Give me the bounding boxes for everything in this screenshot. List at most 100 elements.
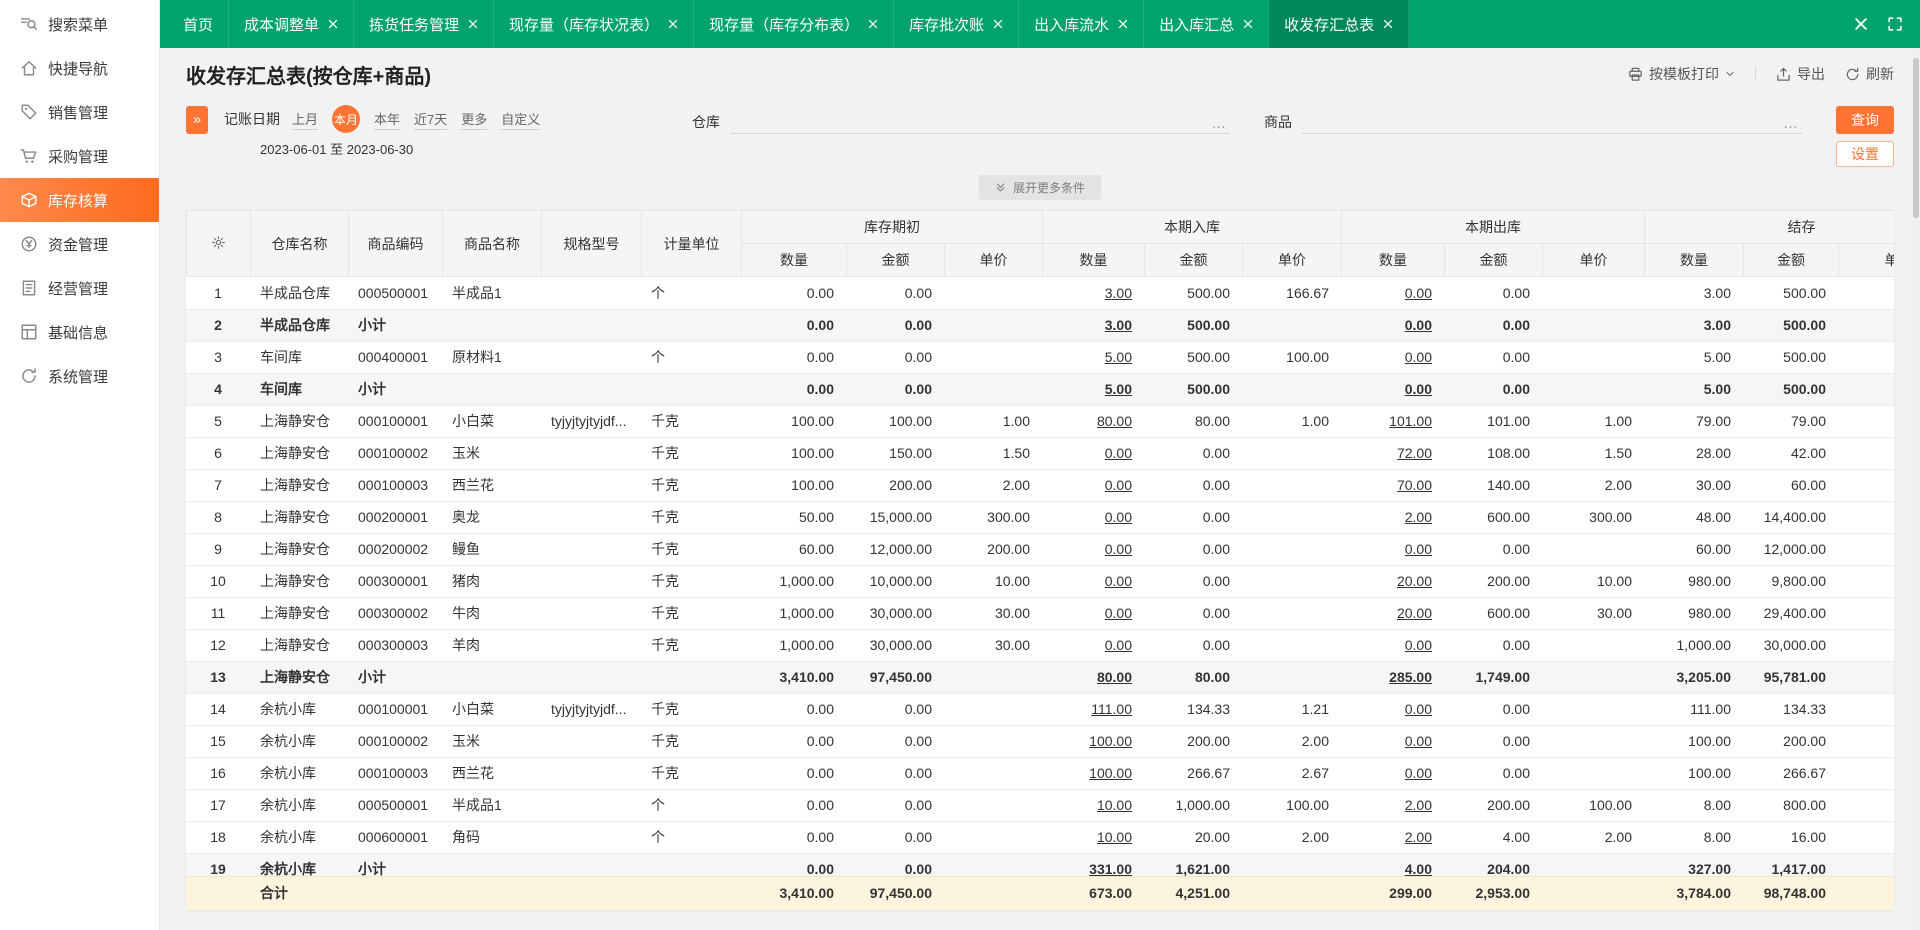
row-number: 8 — [186, 501, 250, 534]
date-range-last-7-days[interactable]: 近7天 — [414, 109, 448, 130]
qty-drilldown-link[interactable]: 0.00 — [1405, 637, 1432, 653]
qty-drilldown-link[interactable]: 0.00 — [1105, 573, 1132, 589]
qty-drilldown-link[interactable]: 0.00 — [1105, 477, 1132, 493]
qty-drilldown-link[interactable]: 0.00 — [1405, 349, 1432, 365]
sidebar-item-base-info[interactable]: 基础信息 — [0, 310, 159, 354]
value-cell — [1242, 629, 1341, 662]
qty-drilldown-link[interactable]: 3.00 — [1105, 285, 1132, 301]
qty-drilldown-link[interactable]: 2.00 — [1405, 509, 1432, 525]
tab-cost-adjust[interactable]: 成本调整单 — [229, 0, 355, 48]
close-tab-icon[interactable] — [868, 19, 878, 29]
fullscreen-icon[interactable] — [1888, 17, 1902, 31]
sidebar-item-sales[interactable]: 销售管理 — [0, 90, 159, 134]
value-cell: 285.00 — [1341, 661, 1444, 694]
close-tab-icon[interactable] — [668, 19, 678, 29]
qty-drilldown-link[interactable]: 0.00 — [1405, 733, 1432, 749]
qty-drilldown-link[interactable]: 0.00 — [1105, 445, 1132, 461]
qty-drilldown-link[interactable]: 10.00 — [1097, 797, 1132, 813]
qty-drilldown-link[interactable]: 2.00 — [1405, 829, 1432, 845]
value-cell: 327.00 — [1644, 853, 1743, 876]
sidebar-item-inventory[interactable]: 库存核算 — [0, 178, 159, 222]
qty-drilldown-link[interactable]: 0.00 — [1405, 317, 1432, 333]
qty-drilldown-link[interactable]: 80.00 — [1097, 669, 1132, 685]
tab-home[interactable]: 首页 — [168, 0, 230, 48]
query-button[interactable]: 查询 — [1836, 106, 1894, 134]
date-range-this-month[interactable]: 本月 — [332, 105, 361, 133]
value-cell: 8.00 — [1644, 789, 1743, 822]
qty-drilldown-link[interactable]: 20.00 — [1397, 605, 1432, 621]
qty-drilldown-link[interactable]: 80.00 — [1097, 413, 1132, 429]
tab-receipt-issue-balance[interactable]: 收发存汇总表 — [1269, 0, 1410, 48]
qty-drilldown-link[interactable]: 331.00 — [1089, 861, 1132, 876]
value-cell: 300.00 — [1542, 501, 1644, 534]
tab-inout-flow[interactable]: 出入库流水 — [1019, 0, 1145, 48]
qty-drilldown-link[interactable]: 0.00 — [1105, 605, 1132, 621]
value-cell: 1.50 — [1542, 437, 1644, 470]
sidebar-item-quick-nav[interactable]: 快捷导航 — [0, 46, 159, 90]
date-range-this-year[interactable]: 本年 — [374, 109, 401, 130]
date-range-more[interactable]: 更多 — [461, 109, 488, 130]
product-name-cell: 半成品1 — [442, 277, 541, 310]
settings-button[interactable]: 设置 — [1836, 141, 1894, 167]
refresh-button[interactable]: 刷新 — [1845, 64, 1894, 84]
qty-drilldown-link[interactable]: 100.00 — [1089, 765, 1132, 781]
warehouse-cell: 车间库 — [250, 373, 348, 406]
print-label: 按模板打印 — [1649, 66, 1719, 82]
qty-drilldown-link[interactable]: 101.00 — [1389, 413, 1432, 429]
close-tab-icon[interactable] — [1243, 19, 1253, 29]
product-picker-button[interactable]: … — [1780, 115, 1802, 133]
close-tab-icon[interactable] — [468, 19, 478, 29]
total-value-cell: 673.00 — [1042, 875, 1144, 910]
export-button[interactable]: 导出 — [1776, 64, 1825, 84]
tab-picking-task[interactable]: 拣货任务管理 — [354, 0, 495, 48]
sidebar-item-search[interactable]: 搜索菜单 — [0, 2, 159, 46]
qty-drilldown-link[interactable]: 0.00 — [1105, 637, 1132, 653]
qty-drilldown-link[interactable]: 2.00 — [1405, 797, 1432, 813]
warehouse-cell: 上海静安仓 — [250, 501, 348, 534]
tab-stock-distribution[interactable]: 现存量（库存分布表） — [694, 0, 895, 48]
qty-drilldown-link[interactable]: 100.00 — [1089, 733, 1132, 749]
close-tab-icon[interactable] — [993, 19, 1003, 29]
tabbar-actions — [1854, 0, 1920, 48]
date-range-custom[interactable]: 自定义 — [501, 109, 541, 130]
print-by-template-button[interactable]: 按模板打印 — [1628, 64, 1735, 84]
warehouse-picker-button[interactable]: … — [1208, 115, 1230, 133]
date-range-last-month[interactable]: 上月 — [292, 109, 319, 130]
qty-drilldown-link[interactable]: 0.00 — [1405, 701, 1432, 717]
close-all-tabs-icon[interactable] — [1854, 17, 1868, 31]
tab-inout-summary[interactable]: 出入库汇总 — [1144, 0, 1270, 48]
column-subheader: 金额 — [1743, 243, 1839, 277]
vertical-scrollbar[interactable] — [1912, 48, 1920, 930]
tab-batch-ledger[interactable]: 库存批次账 — [894, 0, 1020, 48]
sidebar-item-funds[interactable]: 资金管理 — [0, 222, 159, 266]
qty-drilldown-link[interactable]: 0.00 — [1405, 381, 1432, 397]
sidebar-item-business[interactable]: 经营管理 — [0, 266, 159, 310]
column-settings-gear-icon[interactable] — [211, 235, 226, 250]
qty-drilldown-link[interactable]: 5.00 — [1105, 381, 1132, 397]
qty-drilldown-link[interactable]: 285.00 — [1389, 669, 1432, 685]
qty-drilldown-link[interactable]: 111.00 — [1091, 701, 1132, 717]
close-tab-icon[interactable] — [1118, 19, 1128, 29]
qty-drilldown-link[interactable]: 3.00 — [1105, 317, 1132, 333]
qty-drilldown-link[interactable]: 10.00 — [1097, 829, 1132, 845]
qty-drilldown-link[interactable]: 72.00 — [1397, 445, 1432, 461]
scrollbar-thumb[interactable] — [1913, 58, 1919, 218]
qty-drilldown-link[interactable]: 0.00 — [1105, 541, 1132, 557]
qty-drilldown-link[interactable]: 0.00 — [1405, 541, 1432, 557]
expand-more-conditions-button[interactable]: 展开更多条件 — [978, 175, 1101, 200]
sidebar-item-purchase[interactable]: 采购管理 — [0, 134, 159, 178]
product-input[interactable]: … — [1302, 109, 1802, 134]
qty-drilldown-link[interactable]: 0.00 — [1405, 285, 1432, 301]
collapse-filter-button[interactable]: » — [186, 106, 208, 134]
tab-stock-status[interactable]: 现存量（库存状况表） — [494, 0, 695, 48]
warehouse-input[interactable]: … — [730, 109, 1230, 134]
sidebar-item-system[interactable]: 系统管理 — [0, 354, 159, 398]
qty-drilldown-link[interactable]: 5.00 — [1105, 349, 1132, 365]
qty-drilldown-link[interactable]: 4.00 — [1405, 861, 1432, 876]
close-tab-icon[interactable] — [1383, 19, 1393, 29]
qty-drilldown-link[interactable]: 0.00 — [1105, 509, 1132, 525]
close-tab-icon[interactable] — [328, 19, 338, 29]
qty-drilldown-link[interactable]: 70.00 — [1397, 477, 1432, 493]
qty-drilldown-link[interactable]: 0.00 — [1405, 765, 1432, 781]
qty-drilldown-link[interactable]: 20.00 — [1397, 573, 1432, 589]
